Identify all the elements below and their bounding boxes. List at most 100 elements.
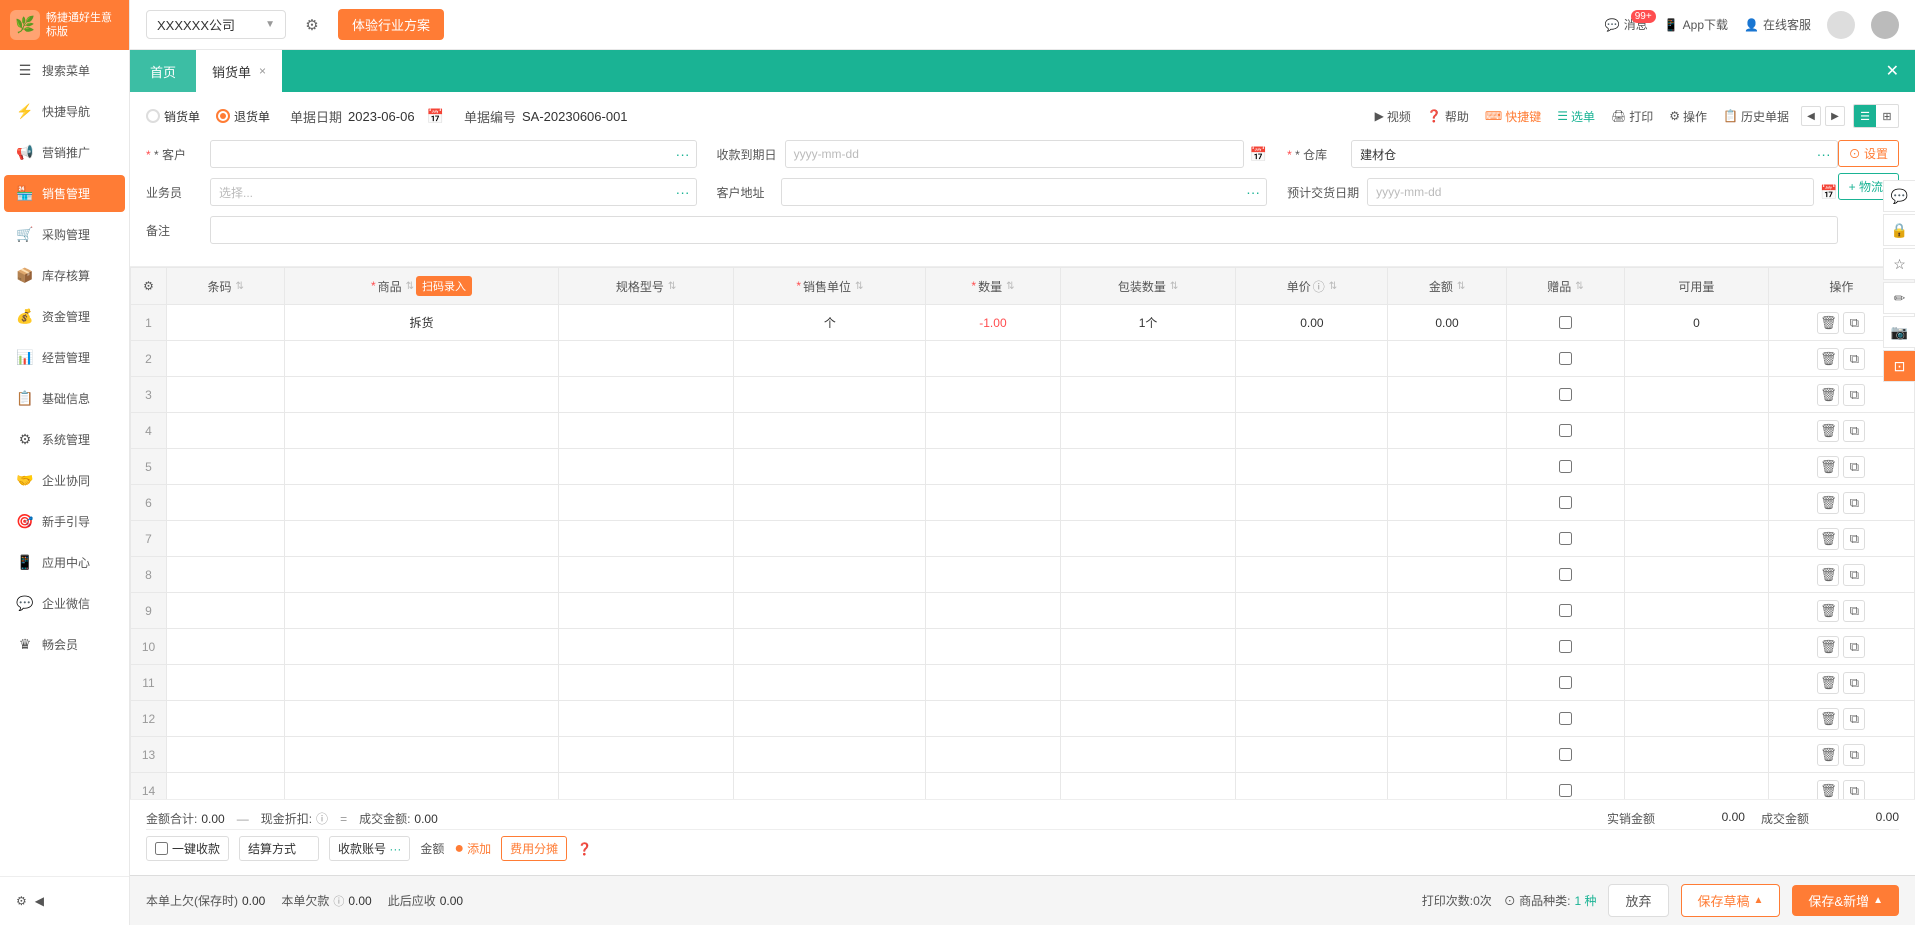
user-avatar-2[interactable] [1871, 11, 1899, 39]
app-download-button[interactable]: 📱 App下载 [1664, 16, 1728, 33]
one-key-payment-button[interactable]: 一键收款 [146, 836, 229, 861]
copy-row-button[interactable]: ⧉ [1843, 420, 1865, 442]
gift-checkbox[interactable] [1559, 532, 1572, 545]
gear-button[interactable]: ⚙ [298, 11, 326, 39]
float-chat-button[interactable]: 💬 [1883, 180, 1915, 212]
account-select[interactable]: 收款账号 ··· [329, 836, 410, 861]
sidebar-item-sales-mgmt[interactable]: 🏪 销售管理 [4, 175, 125, 212]
salesperson-input[interactable]: 选择... ··· [210, 178, 697, 206]
delete-row-button[interactable]: 🗑 [1817, 636, 1839, 658]
delete-row-button[interactable]: 🗑 [1817, 420, 1839, 442]
select-button[interactable]: ☰ 选单 [1553, 106, 1599, 127]
payment-due-input[interactable]: yyyy-mm-dd [785, 140, 1244, 168]
delete-row-button[interactable]: 🗑 [1817, 492, 1839, 514]
gift-checkbox[interactable] [1559, 352, 1572, 365]
gift-checkbox[interactable] [1559, 460, 1572, 473]
gift-checkbox[interactable] [1559, 676, 1572, 689]
prev-arrow[interactable]: ◀ [1801, 106, 1821, 126]
history-button[interactable]: 📋 历史单据 [1719, 106, 1793, 127]
help-button[interactable]: ❓ 帮助 [1423, 106, 1473, 127]
expected-date-calendar-icon[interactable]: 📅 [1820, 184, 1837, 201]
operate-button[interactable]: ⚙ 操作 [1665, 106, 1711, 127]
gift-checkbox[interactable] [1559, 640, 1572, 653]
copy-row-button[interactable]: ⧉ [1843, 780, 1865, 800]
abandon-button[interactable]: 放弃 [1608, 884, 1668, 917]
copy-row-button[interactable]: ⧉ [1843, 708, 1865, 730]
sidebar-item-system-mgmt[interactable]: ⚙ 系统管理 [4, 421, 125, 458]
quantity-cell[interactable]: -1.00 [926, 305, 1060, 341]
payment-due-calendar-icon[interactable]: 📅 [1250, 146, 1267, 163]
tab-close-icon[interactable]: × [259, 64, 266, 78]
gift-checkbox[interactable] [1559, 748, 1572, 761]
fee-split-button[interactable]: 费用分摊 [501, 836, 567, 861]
delete-row-button[interactable]: 🗑 [1817, 744, 1839, 766]
float-lock-button[interactable]: 🔒 [1883, 214, 1915, 246]
sidebar-item-basic-info[interactable]: 📋 基础信息 [4, 380, 125, 417]
save-draft-button[interactable]: 保存草稿 ▲ [1681, 884, 1781, 917]
float-star-button[interactable]: ☆ [1883, 248, 1915, 280]
gift-checkbox[interactable] [1559, 388, 1572, 401]
shortcut-button[interactable]: ⌨ 快捷键 [1481, 106, 1545, 127]
message-button[interactable]: 💬 消息 99+ [1605, 16, 1648, 33]
spec-cell[interactable] [558, 305, 734, 341]
delete-row-button[interactable]: 🗑 [1817, 780, 1839, 800]
unit-price-cell[interactable]: 0.00 [1236, 305, 1388, 341]
notes-input[interactable] [210, 216, 1838, 244]
col-settings-header[interactable]: ⚙ [131, 268, 167, 305]
warehouse-input[interactable]: 建材仓 ··· [1351, 140, 1838, 168]
copy-row-button[interactable]: ⧉ [1843, 600, 1865, 622]
customer-addr-input[interactable]: ··· [781, 178, 1268, 206]
sidebar-item-purchase-mgmt[interactable]: 🛒 采购管理 [4, 216, 125, 253]
sidebar-item-guide[interactable]: 🎯 新手引导 [4, 503, 125, 540]
delete-row-button[interactable]: 🗑 [1817, 348, 1839, 370]
video-button[interactable]: ▶ 视频 [1371, 106, 1415, 127]
scan-button[interactable]: 扫码录入 [416, 276, 472, 296]
barcode-cell[interactable] [167, 305, 285, 341]
customer-input[interactable]: ··· [210, 140, 697, 168]
gift-checkbox[interactable] [1559, 496, 1572, 509]
online-service-button[interactable]: 👤 在线客服 [1744, 16, 1811, 33]
gift-cell[interactable] [1506, 305, 1624, 341]
sidebar-item-inventory[interactable]: 📦 库存核算 [4, 257, 125, 294]
sidebar-item-search-bill[interactable]: ☰ 搜索菜单 [4, 52, 125, 89]
copy-row-button[interactable]: ⧉ [1843, 456, 1865, 478]
tab-sales-order[interactable]: 销货单 × [196, 50, 282, 92]
copy-row-button[interactable]: ⧉ [1843, 348, 1865, 370]
trial-button[interactable]: 体验行业方案 [338, 9, 444, 40]
pack-qty-cell[interactable]: 1个 [1060, 305, 1236, 341]
sidebar-item-wechat[interactable]: 💬 企业微信 [4, 585, 125, 622]
copy-row-button[interactable]: ⧉ [1843, 312, 1865, 334]
fee-help-icon[interactable]: ❓ [577, 842, 592, 856]
delete-row-button[interactable]: 🗑 [1817, 672, 1839, 694]
delete-row-button[interactable]: 🗑 [1817, 312, 1839, 334]
delete-row-button[interactable]: 🗑 [1817, 528, 1839, 550]
settlement-method-select[interactable]: 结算方式 [239, 836, 319, 861]
one-key-checkbox[interactable] [155, 842, 168, 855]
user-avatar[interactable] [1827, 11, 1855, 39]
print-button[interactable]: 🖨 打印 [1607, 106, 1657, 127]
float-note-button[interactable]: ✏ [1883, 282, 1915, 314]
owe-info-icon[interactable]: ⓘ [333, 893, 344, 909]
delete-row-button[interactable]: 🗑 [1817, 384, 1839, 406]
sidebar-item-enterprise[interactable]: 🤝 企业协同 [4, 462, 125, 499]
close-all-tabs-button[interactable]: ✕ [1886, 61, 1899, 81]
radio-return-order[interactable]: 退货单 [216, 108, 270, 125]
delete-row-button[interactable]: 🗑 [1817, 564, 1839, 586]
delete-row-button[interactable]: 🗑 [1817, 456, 1839, 478]
copy-row-button[interactable]: ⧉ [1843, 636, 1865, 658]
gift-checkbox[interactable] [1559, 784, 1572, 797]
tab-home[interactable]: 首页 [130, 50, 196, 92]
product-cell[interactable]: 拆货 [285, 305, 558, 341]
copy-row-button[interactable]: ⧉ [1843, 564, 1865, 586]
unit-price-info-icon[interactable]: ⓘ [1313, 278, 1325, 295]
cash-discount-info-icon[interactable]: ⓘ [316, 810, 328, 827]
sidebar-settings-btn[interactable]: ⚙ ◀ [4, 884, 125, 918]
copy-row-button[interactable]: ⧉ [1843, 744, 1865, 766]
list-view-button[interactable]: ☰ [1854, 105, 1876, 127]
radio-sales-order[interactable]: 销货单 [146, 108, 200, 125]
date-calendar-icon[interactable]: 📅 [427, 108, 444, 125]
settings-action-button[interactable]: ⊙ 设置 [1838, 140, 1899, 167]
gift-checkbox[interactable] [1559, 604, 1572, 617]
delete-row-button[interactable]: 🗑 [1817, 600, 1839, 622]
sidebar-item-operations[interactable]: 📊 经营管理 [4, 339, 125, 376]
